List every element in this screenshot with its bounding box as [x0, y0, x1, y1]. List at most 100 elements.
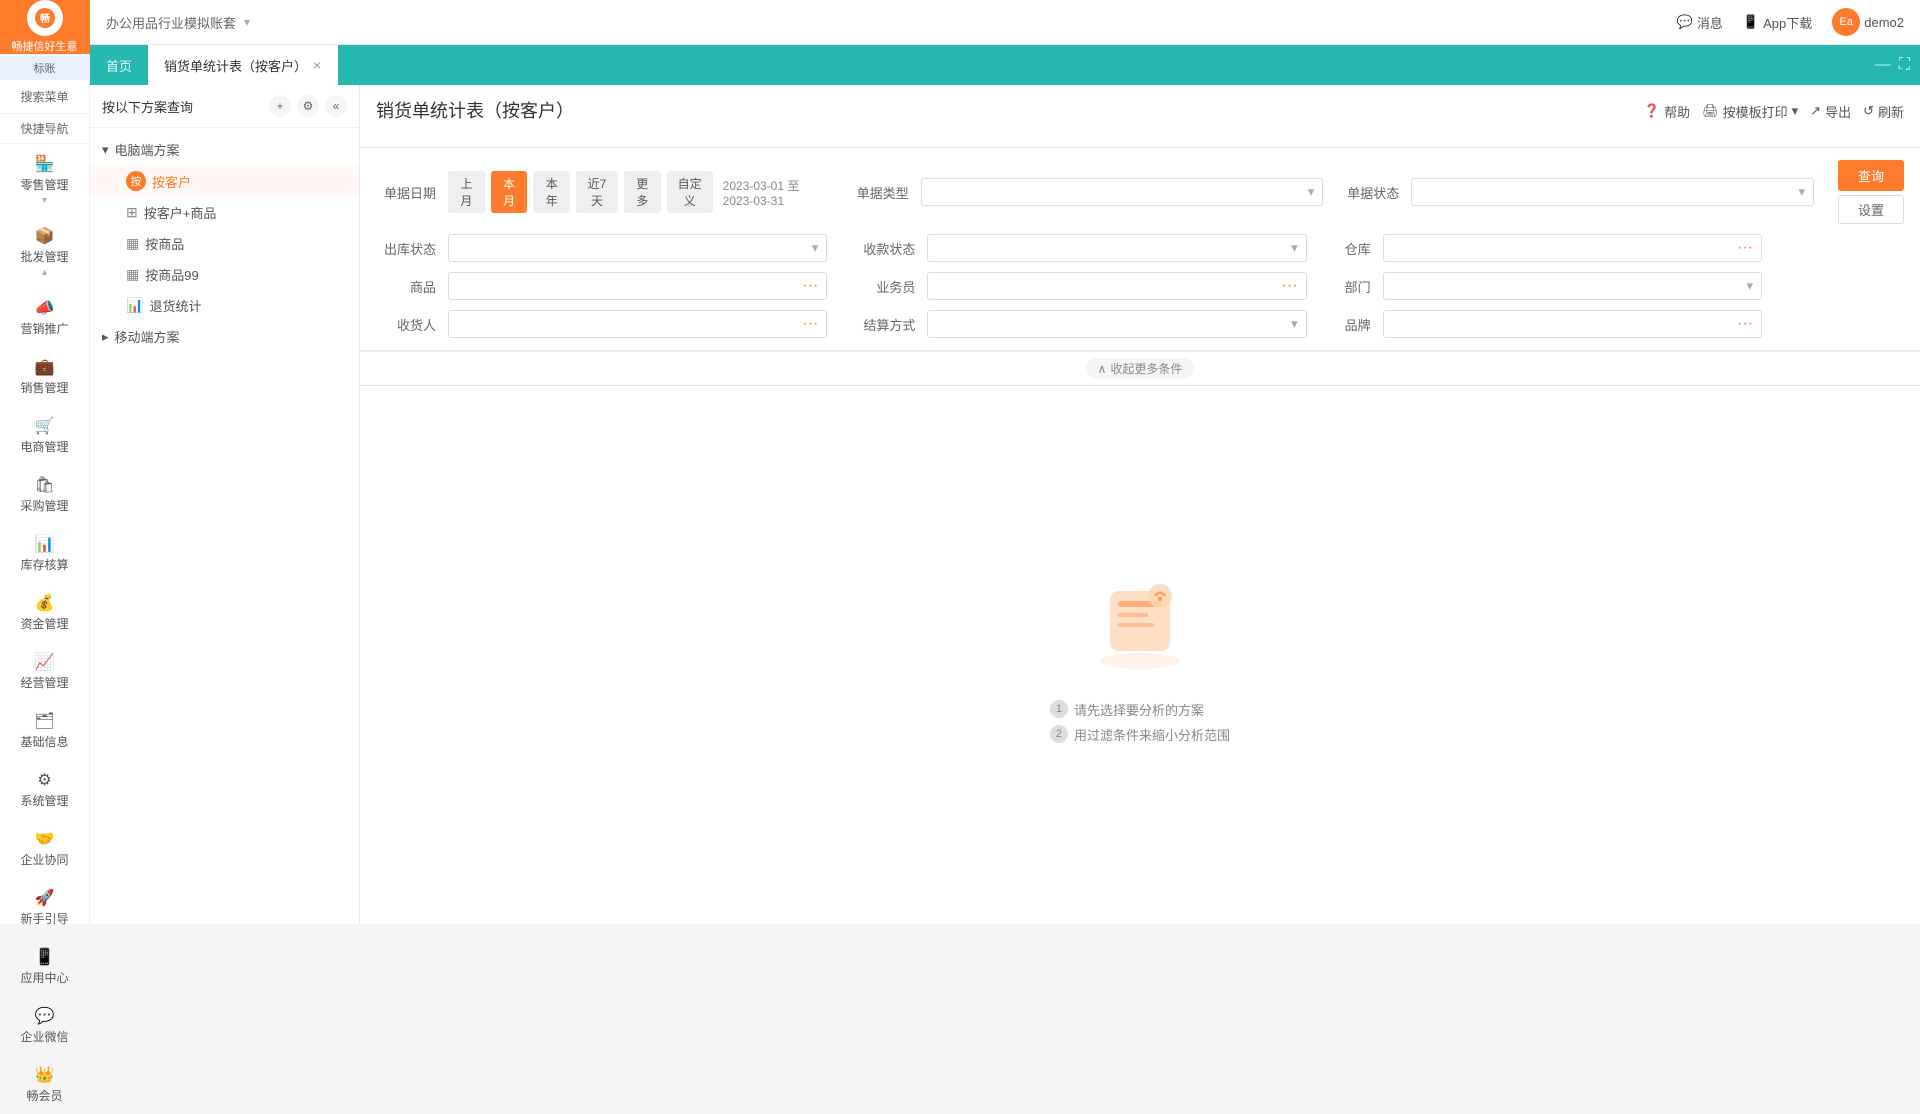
tree-item-by-customer-goods[interactable]: ⊞ 按客户+商品 — [90, 197, 359, 228]
sidebar-item-label: 经营管理 — [20, 674, 68, 691]
help-btn[interactable]: ❓ 帮助 — [1644, 102, 1690, 121]
sidebar-item-basic[interactable]: 🗂 基础信息 — [0, 701, 89, 760]
out-status-select[interactable]: ▾ — [448, 234, 827, 262]
salesperson-select[interactable]: ··· — [927, 272, 1306, 300]
sidebar-item-inventory[interactable]: 📊 库存核算 — [0, 524, 89, 583]
out-status-label: 出库状态 — [376, 239, 436, 258]
collapse-panel-btn[interactable]: « — [325, 95, 347, 117]
tab-home[interactable]: 首页 — [90, 45, 148, 85]
date-btn-custom[interactable]: 自定义 — [667, 171, 713, 213]
search-menu-label[interactable]: 搜索菜单 — [0, 88, 89, 105]
messages-label: 消息 — [1697, 13, 1723, 32]
settings-btn[interactable]: 设置 — [1838, 195, 1904, 224]
main-area: 办公用品行业模拟账套 ▾ 💬 消息 📱 App下载 Ea demo2 — [90, 0, 1920, 924]
tree-parent-mobile[interactable]: ▸ 移动端方案 — [90, 321, 359, 352]
sidebar-item-enterprise[interactable]: 🤝 企业协同 — [0, 819, 89, 878]
member-icon: 👑 — [35, 1065, 55, 1085]
sidebar-item-finance[interactable]: 💰 资金管理 — [0, 583, 89, 642]
basic-icon: 🗂 — [34, 711, 54, 731]
date-btn-this-year[interactable]: 本年 — [533, 171, 570, 213]
app-download-btn[interactable]: 📱 App下载 — [1743, 13, 1812, 32]
sidebar-item-label: 库存核算 — [20, 556, 68, 573]
sidebar-item-marketing[interactable]: 📣 营销推广 — [0, 288, 89, 347]
query-btn[interactable]: 查询 — [1838, 160, 1904, 191]
user-menu[interactable]: Ea demo2 — [1832, 8, 1904, 36]
messages-btn[interactable]: 💬 消息 — [1677, 13, 1723, 32]
export-btn[interactable]: ↗ 导出 — [1810, 102, 1851, 121]
empty-tip-1: 1 请先选择要分析的方案 — [1050, 700, 1230, 719]
goods-icon: ▦ — [126, 235, 139, 252]
tree-item-label: 按商品 — [145, 234, 184, 253]
receipt-status-select[interactable]: ▾ — [927, 234, 1306, 262]
date-label: 单据日期 — [376, 183, 436, 202]
page-header: 销货单统计表（按客户） ❓ 帮助 🖨 按模板打印 ▾ — [360, 85, 1920, 148]
brand-label: 品牌 — [1331, 315, 1371, 334]
recipient-select[interactable]: ··· — [448, 310, 827, 338]
refresh-btn[interactable]: ↺ 刷新 — [1863, 102, 1904, 121]
filter-area: 单据日期 上月 本月 本年 近7天 更多 自定义 2023-03-01 至 20… — [360, 148, 1920, 351]
collapse-btn[interactable]: ∧ 收起更多条件 — [1086, 358, 1195, 379]
empty-tip-2: 2 用过滤条件来缩小分析范围 — [1050, 725, 1230, 744]
sidebar-item-purchase[interactable]: 🛍 采购管理 — [0, 465, 89, 524]
date-range-text: 2023-03-01 至 2023-03-31 — [723, 177, 833, 208]
app-logo: 畅 畅捷信好生意 — [0, 0, 90, 54]
customer-scheme-icon: 按 — [126, 171, 146, 191]
help-icon: ❓ — [1644, 103, 1660, 119]
tree-parent-desktop[interactable]: ▾ 电脑端方案 — [90, 134, 359, 165]
topbar: 办公用品行业模拟账套 ▾ 💬 消息 📱 App下载 Ea demo2 — [90, 0, 1920, 45]
sidebar-item-apps[interactable]: 📱 应用中心 — [0, 937, 89, 996]
sidebar-item-wholesale[interactable]: 📦 批发管理 ▴ — [0, 216, 89, 288]
empty-area: 1 请先选择要分析的方案 2 用过滤条件来缩小分析范围 — [360, 386, 1920, 924]
avatar-text: Ea — [1840, 16, 1853, 28]
order-status-label: 单据状态 — [1335, 183, 1399, 202]
date-btn-more[interactable]: 更多 — [624, 171, 661, 213]
sidebar-item-ecommerce[interactable]: 🛒 电商管理 — [0, 406, 89, 465]
date-btn-this-month[interactable]: 本月 — [491, 171, 528, 213]
tab-maximize-icon[interactable]: ⛶ — [1899, 56, 1910, 74]
settlement-select[interactable]: ▾ — [927, 310, 1306, 338]
sidebar-item-label: 批发管理 — [20, 248, 68, 265]
date-btn-last-month[interactable]: 上月 — [448, 171, 485, 213]
tree-item-by-goods99[interactable]: ▦ 按商品99 — [90, 259, 359, 290]
sidebar-item-system[interactable]: ⚙ 系统管理 — [0, 760, 89, 819]
department-select[interactable]: ▾ — [1383, 272, 1762, 300]
sidebar-item-retail[interactable]: 🏪 零售管理 ▾ — [0, 144, 89, 216]
tree-expand-icon: ▸ — [102, 329, 109, 345]
date-btn-7days[interactable]: 近7天 — [576, 171, 618, 213]
marketing-icon: 📣 — [35, 298, 55, 318]
order-type-dropdown-icon: ▾ — [1308, 184, 1315, 200]
scheme-tree: ▾ 电脑端方案 按 按客户 ⊞ 按客户+商品 ▦ — [90, 128, 359, 924]
print-dropdown-icon: ▾ — [1792, 103, 1799, 119]
sidebar-item-newbie[interactable]: 🚀 新手引导 — [0, 878, 89, 937]
customer-goods-icon: ⊞ — [126, 204, 138, 221]
tip-text-2: 用过滤条件来缩小分析范围 — [1074, 725, 1230, 744]
brand-select[interactable]: ··· — [1383, 310, 1762, 338]
avatar: Ea — [1832, 8, 1860, 36]
warehouse-select[interactable]: ··· — [1383, 234, 1762, 262]
tab-close-icon[interactable]: × — [313, 57, 321, 73]
collapse-icon: ∧ — [1098, 362, 1107, 376]
order-type-select[interactable]: ▾ — [921, 178, 1324, 206]
department-dropdown-icon: ▾ — [1746, 278, 1753, 294]
sidebar-item-member[interactable]: 👑 畅会员 — [0, 1055, 89, 1114]
tree-item-by-goods[interactable]: ▦ 按商品 — [90, 228, 359, 259]
topbar-dropdown-icon[interactable]: ▾ — [244, 15, 250, 29]
sidebar-item-sales[interactable]: 💼 销售管理 — [0, 347, 89, 406]
add-scheme-btn[interactable]: + — [269, 95, 291, 117]
topbar-title: 办公用品行业模拟账套 — [106, 13, 236, 32]
sidebar-item-wechat[interactable]: 💬 企业微信 — [0, 996, 89, 1055]
tab-minimize-icon[interactable]: — — [1875, 56, 1891, 74]
sidebar-item-operation[interactable]: 📈 经营管理 — [0, 642, 89, 701]
sidebar-search[interactable]: 搜索菜单 — [0, 80, 89, 114]
order-status-select[interactable]: ▾ — [1411, 178, 1814, 206]
sidebar-item-label: 新手引导 — [20, 910, 68, 927]
receipt-status-label: 收款状态 — [851, 239, 915, 258]
settings-scheme-btn[interactable]: ⚙ — [297, 95, 319, 117]
template-print-btn[interactable]: 🖨 按模板打印 ▾ — [1702, 102, 1798, 121]
tree-expand-icon: ▾ — [102, 142, 109, 158]
goods-select[interactable]: ··· — [448, 272, 827, 300]
tree-item-return-stats[interactable]: 📊 退货统计 — [90, 290, 359, 321]
empty-illustration — [1080, 561, 1200, 684]
tab-active[interactable]: 销货单统计表（按客户） × — [148, 45, 338, 85]
tree-item-by-customer[interactable]: 按 按客户 — [90, 165, 359, 197]
